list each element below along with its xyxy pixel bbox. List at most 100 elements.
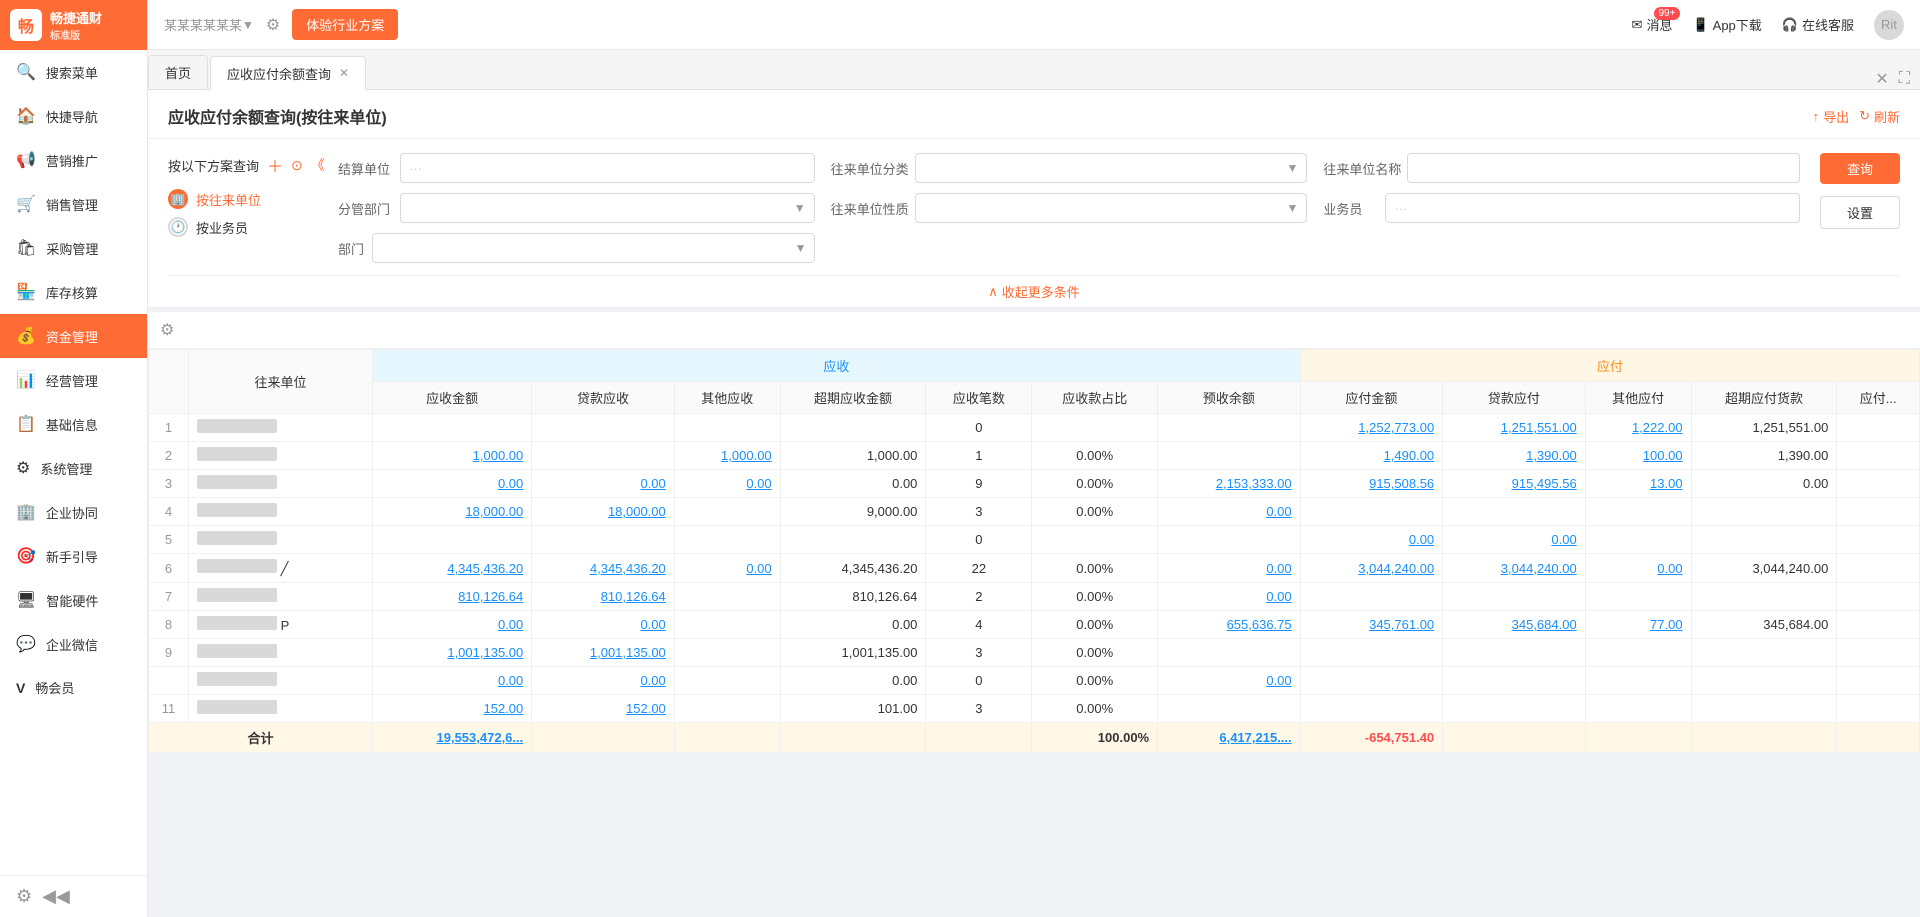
sidebar-item-wechat[interactable]: 💬 企业微信 <box>0 622 147 666</box>
export-button[interactable]: ↑ 导出 <box>1813 107 1850 126</box>
table-cell: 0 <box>926 414 1032 442</box>
table-cell[interactable]: 1,222.00 <box>1585 414 1691 442</box>
message-button[interactable]: ✉ 消息 99 <box>1632 15 1673 34</box>
table-cell[interactable]: 0.00 <box>1158 554 1301 583</box>
wechat-icon: 💬 <box>16 634 36 654</box>
sidebar-item-marketing[interactable]: 📢 营销推广 <box>0 138 147 182</box>
table-cell[interactable]: 4,345,436.20 <box>532 554 675 583</box>
table-cell[interactable]: 1,000.00 <box>674 442 780 470</box>
scheme-by-staff[interactable]: 🕐 按业务员 <box>168 213 328 241</box>
system-icon: ⚙ <box>16 458 30 478</box>
sidebar-item-hardware[interactable]: 🖥 智能硬件 <box>0 578 147 622</box>
header-settings-icon[interactable]: ⚙ <box>266 15 280 35</box>
service-button[interactable]: 🎧 在线客服 <box>1782 15 1854 34</box>
tab-expand-icon[interactable]: ⛶ <box>1899 70 1910 88</box>
table-cell[interactable]: 3,044,240.00 <box>1300 554 1443 583</box>
tab-close-icon[interactable]: ✕ <box>339 66 349 80</box>
table-cell[interactable]: 0.00 <box>532 611 675 639</box>
table-cell[interactable]: 0.00 <box>674 554 780 583</box>
promo-button[interactable]: 体验行业方案 <box>292 9 398 40</box>
sidebar-item-sales[interactable]: 🛒 销售管理 <box>0 182 147 226</box>
table-cell[interactable]: 1,252,773.00 <box>1300 414 1443 442</box>
table-cell[interactable]: 18,000.00 <box>532 498 675 526</box>
sidebar-label-operations: 经营管理 <box>46 371 98 390</box>
scheme-by-customer[interactable]: 🏢 按往来单位 <box>168 185 328 213</box>
table-cell[interactable]: 345,761.00 <box>1300 611 1443 639</box>
customer-type-select[interactable]: ▼ <box>915 193 1308 223</box>
table-cell[interactable]: 655,636.75 <box>1158 611 1301 639</box>
table-cell[interactable]: 0.00 <box>532 470 675 498</box>
table-cell[interactable]: 13.00 <box>1585 470 1691 498</box>
table-cell[interactable]: 915,495.56 <box>1443 470 1586 498</box>
app-download-button[interactable]: 📱 App下载 <box>1692 15 1761 34</box>
sidebar-collapse-icon[interactable]: ◀◀ <box>42 886 70 907</box>
add-scheme-icon[interactable]: ＋ <box>267 153 283 177</box>
table-cell[interactable]: 345,684.00 <box>1443 611 1586 639</box>
sidebar-item-inventory[interactable]: 🏪 库存核算 <box>0 270 147 314</box>
tab-arbalance[interactable]: 应收应付余额查询 ✕ <box>210 56 366 90</box>
customer-type-label: 往来单位性质 <box>831 199 909 218</box>
table-cell[interactable]: 3,044,240.00 <box>1443 554 1586 583</box>
table-cell[interactable]: 1,251,551.00 <box>1443 414 1586 442</box>
table-cell[interactable]: 18,000.00 <box>373 498 532 526</box>
salesperson-input[interactable]: ··· <box>1385 193 1800 223</box>
sidebar-item-search[interactable]: 🔍 搜索菜单 <box>0 50 147 94</box>
table-cell[interactable]: 0.00 <box>1585 554 1691 583</box>
sidebar-item-enterprise[interactable]: 🏢 企业协同 <box>0 490 147 534</box>
table-cell[interactable]: 77.00 <box>1585 611 1691 639</box>
table-cell[interactable]: 0.00 <box>1158 583 1301 611</box>
table-scroll[interactable]: 往来单位 应收 应付 应收金额 贷款应收 其他应收 超期应收金额 应收笔数 应收… <box>148 349 1920 753</box>
table-cell[interactable]: 1,001,135.00 <box>373 639 532 667</box>
table-cell[interactable]: 810,126.64 <box>373 583 532 611</box>
table-cell[interactable]: 2,153,333.00 <box>1158 470 1301 498</box>
table-cell[interactable]: 0.00 <box>373 667 532 695</box>
table-cell[interactable]: 1,490.00 <box>1300 442 1443 470</box>
table-cell[interactable]: 0.00 <box>532 667 675 695</box>
table-cell[interactable]: 0.00 <box>1443 526 1586 554</box>
sidebar-item-system[interactable]: ⚙ 系统管理 <box>0 446 147 490</box>
collapse-scheme-icon[interactable]: 《 <box>311 155 325 175</box>
table-cell[interactable]: 152.00 <box>373 695 532 723</box>
query-button[interactable]: 查询 <box>1820 153 1900 184</box>
sidebar-item-basicinfo[interactable]: 📋 基础信息 <box>0 402 147 446</box>
sidebar-item-finance[interactable]: 💰 资金管理 <box>0 314 147 358</box>
table-cell[interactable]: 100.00 <box>1585 442 1691 470</box>
sidebar-item-member[interactable]: V 畅会员 <box>0 666 147 709</box>
customer-name-input[interactable] <box>1407 153 1800 183</box>
table-settings-icon[interactable]: ⚙ <box>160 320 174 340</box>
set-button[interactable]: 设置 <box>1820 196 1900 229</box>
table-cell[interactable]: 810,126.64 <box>532 583 675 611</box>
tab-close-all-icon[interactable]: ✕ <box>1875 69 1888 89</box>
dept-select[interactable]: ▼ <box>372 233 815 263</box>
table-cell[interactable]: 0.00 <box>1158 667 1301 695</box>
table-cell[interactable]: 0.00 <box>1300 526 1443 554</box>
summary-ar-amount[interactable]: 19,553,472,6... <box>373 723 532 753</box>
sidebar-gear-icon[interactable]: ⚙ <box>16 886 32 907</box>
table-cell[interactable]: 1,000.00 <box>373 442 532 470</box>
member-icon: V <box>16 680 25 696</box>
table-cell[interactable]: 4,345,436.20 <box>373 554 532 583</box>
summary-ar-prepay[interactable]: 6,417,215.... <box>1158 723 1301 753</box>
sidebar-item-guide[interactable]: 🎯 新手引导 <box>0 534 147 578</box>
sidebar-item-quicknav[interactable]: 🏠 快捷导航 <box>0 94 147 138</box>
sidebar-item-operations[interactable]: 📊 经营管理 <box>0 358 147 402</box>
table-cell <box>1837 414 1920 442</box>
collapse-more-btn[interactable]: ∧ 收起更多条件 <box>168 275 1900 307</box>
table-cell[interactable]: 1,001,135.00 <box>532 639 675 667</box>
branch-dept-select[interactable]: ▼ <box>400 193 815 223</box>
table-cell[interactable]: 0.00 <box>1158 498 1301 526</box>
tab-home[interactable]: 首页 <box>148 55 208 89</box>
settings-scheme-icon[interactable]: ⊙ <box>291 157 303 174</box>
table-cell[interactable]: 0.00 <box>373 470 532 498</box>
category-select[interactable]: ▼ <box>915 153 1308 183</box>
table-cell[interactable]: 152.00 <box>532 695 675 723</box>
settlement-input[interactable]: ··· <box>400 153 815 183</box>
table-cell[interactable]: 0.00 <box>674 470 780 498</box>
table-cell[interactable]: 1,390.00 <box>1443 442 1586 470</box>
sidebar-item-purchase[interactable]: 🛍 采购管理 <box>0 226 147 270</box>
breadcrumb-chevron-icon[interactable]: ▼ <box>242 18 254 32</box>
table-cell[interactable]: 915,508.56 <box>1300 470 1443 498</box>
user-menu[interactable]: Rit <box>1874 10 1904 40</box>
refresh-button[interactable]: ↻ 刷新 <box>1859 107 1900 126</box>
table-cell[interactable]: 0.00 <box>373 611 532 639</box>
